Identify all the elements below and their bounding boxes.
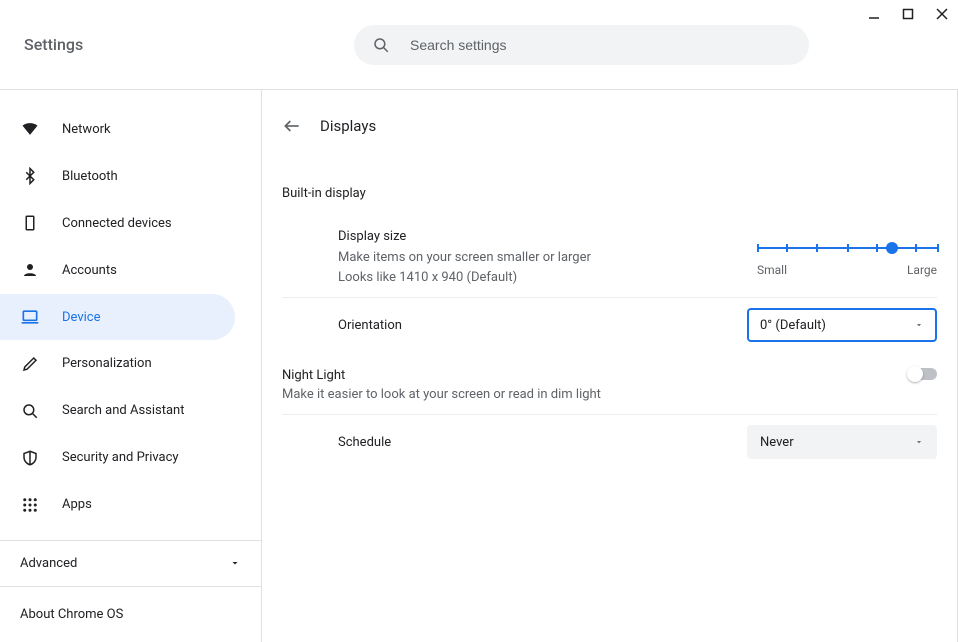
sidebar-item-label: Accounts [62,263,117,278]
schedule-value: Never [760,435,794,450]
search-icon [372,36,390,54]
row-display-size: Display size Make items on your screen s… [282,219,937,297]
back-button[interactable] [282,116,302,136]
sidebar-item-label: Bluetooth [62,169,118,184]
night-light-sub: Make it easier to look at your screen or… [282,387,909,402]
section-built-in-display: Built-in display [282,186,937,201]
night-light-toggle[interactable] [909,368,937,380]
row-night-light: Night Light Make it easier to look at yo… [282,362,937,414]
sidebar-item-label: Apps [62,497,92,512]
window-maximize-icon[interactable] [900,6,916,22]
page-title: Displays [320,117,376,135]
orientation-title: Orientation [338,318,402,333]
caret-down-icon [914,437,924,447]
sidebar: Network Bluetooth Connected devices Acco… [0,90,262,642]
sidebar-item-search-assistant[interactable]: Search and Assistant [0,387,235,434]
bluetooth-icon [20,166,40,186]
night-light-title: Night Light [282,368,909,383]
sidebar-item-accounts[interactable]: Accounts [0,247,235,294]
display-size-sub2: Looks like 1410 x 940 (Default) [338,268,737,288]
sidebar-item-network[interactable]: Network [0,106,235,153]
person-icon [20,260,40,280]
orientation-value: 0° (Default) [760,318,826,333]
app-header: Settings [0,0,958,90]
sidebar-item-personalization[interactable]: Personalization [0,340,235,387]
main-content: Displays Built-in display Display size M… [262,90,958,642]
laptop-icon [20,307,40,327]
sidebar-about[interactable]: About Chrome OS [0,587,261,642]
display-size-sub1: Make items on your screen smaller or lar… [338,248,737,268]
sidebar-item-apps[interactable]: Apps [0,481,235,528]
display-size-slider[interactable] [757,239,937,257]
window-minimize-icon[interactable] [866,6,882,22]
search-bar[interactable] [354,25,809,65]
slider-small-label: Small [757,263,787,277]
row-orientation: Orientation 0° (Default) [282,297,937,352]
window-close-icon[interactable] [934,6,950,22]
phone-icon [20,213,40,233]
schedule-select[interactable]: Never [747,425,937,459]
orientation-select[interactable]: 0° (Default) [747,308,937,342]
search-icon [20,401,40,421]
sidebar-item-connected-devices[interactable]: Connected devices [0,200,235,247]
advanced-label: Advanced [20,556,77,571]
sidebar-advanced-toggle[interactable]: Advanced [0,540,261,587]
sidebar-item-label: Personalization [62,356,152,371]
sidebar-item-security-privacy[interactable]: Security and Privacy [0,434,235,481]
caret-down-icon [914,320,924,330]
sidebar-item-label: Security and Privacy [62,450,179,465]
sidebar-item-label: Search and Assistant [62,403,185,418]
apps-grid-icon [20,495,40,515]
search-input[interactable] [408,36,791,54]
sidebar-item-label: Network [62,122,111,137]
row-schedule: Schedule Never [282,414,937,469]
sidebar-item-device[interactable]: Device [0,294,235,341]
schedule-title: Schedule [338,435,391,450]
sidebar-item-label: Connected devices [62,216,172,231]
sidebar-item-label: Device [62,310,101,325]
pencil-icon [20,354,40,374]
slider-thumb[interactable] [886,242,898,254]
wifi-icon [20,119,40,139]
chevron-down-icon [229,557,241,569]
about-label: About Chrome OS [20,607,123,622]
shield-icon [20,448,40,468]
sidebar-item-bluetooth[interactable]: Bluetooth [0,153,235,200]
app-title: Settings [24,35,354,54]
display-size-title: Display size [338,229,737,244]
slider-large-label: Large [907,263,937,277]
